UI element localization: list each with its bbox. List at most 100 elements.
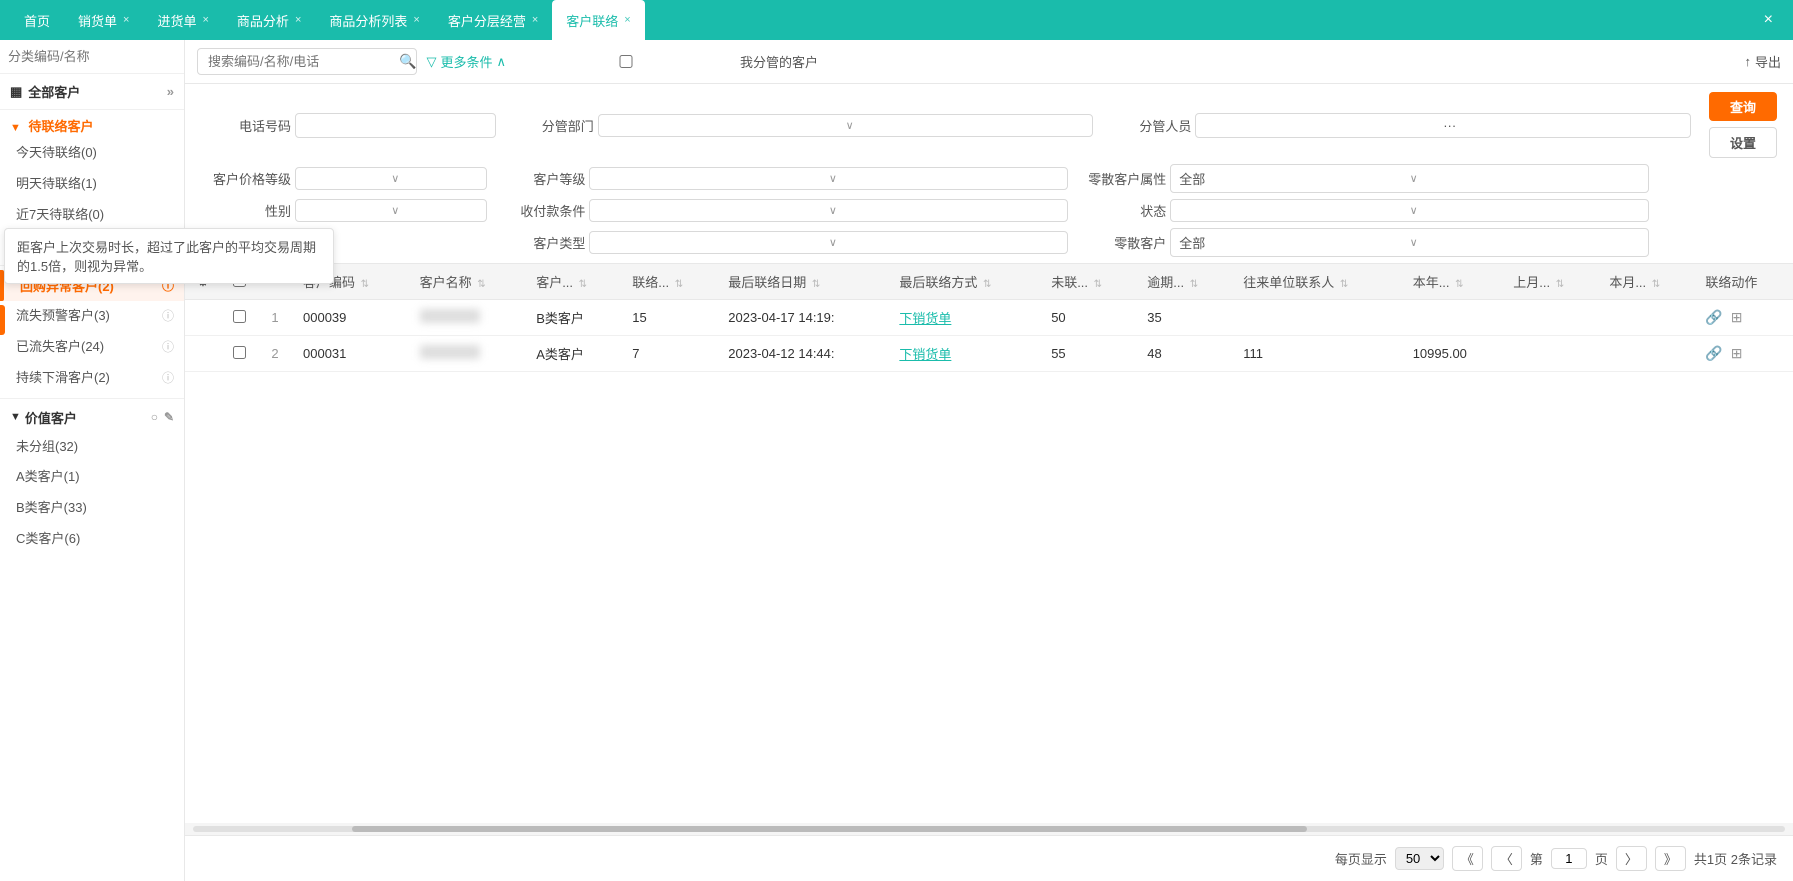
row1-last-month	[1503, 300, 1599, 336]
export-button[interactable]: ↑ 导出	[1744, 52, 1781, 71]
col-name[interactable]: 客户名称 ⇅	[410, 264, 527, 300]
row1-unit-contact	[1233, 300, 1402, 336]
tab-customer-contact[interactable]: 客户联络 ×	[552, 0, 644, 40]
row2-last-method[interactable]: 下销货单	[889, 336, 1041, 372]
link-icon[interactable]: 🔗	[1705, 345, 1722, 362]
tab-customer-tier[interactable]: 客户分层经营 ×	[434, 0, 552, 40]
col-this-month[interactable]: 本月... ⇅	[1599, 264, 1695, 300]
payment-select[interactable]: ∨	[589, 199, 1068, 222]
row2-overdue: 48	[1137, 336, 1233, 372]
row1-this-month	[1599, 300, 1695, 336]
sort-icon: ⇅	[1340, 279, 1348, 290]
chevron-down-icon: ∨	[829, 236, 1059, 249]
person-input[interactable]: ···	[1195, 113, 1691, 138]
last-page-button[interactable]: 》	[1655, 846, 1686, 871]
table-row: 2 000031 A类客户 7 2023-04-12 14:44: 下销货单 5…	[185, 336, 1793, 372]
retail-customer-select[interactable]: 全部 ∨	[1170, 228, 1649, 257]
tab-product-analysis-list[interactable]: 商品分析列表 ×	[315, 0, 433, 40]
col-last-method[interactable]: 最后联络方式 ⇅	[889, 264, 1041, 300]
col-last-month[interactable]: 上月... ⇅	[1503, 264, 1599, 300]
price-level-select[interactable]: ∨	[295, 167, 487, 190]
add-icon[interactable]: ○	[151, 410, 158, 424]
row2-checkbox[interactable]	[233, 346, 246, 359]
more-conditions-button[interactable]: ▽ 更多条件 ∧	[426, 52, 506, 71]
link-icon[interactable]: 🔗	[1705, 309, 1722, 326]
phone-input[interactable]	[295, 113, 496, 138]
per-page-select[interactable]: 50	[1395, 847, 1444, 870]
row2-level: A类客户	[526, 336, 622, 372]
page-input[interactable]	[1551, 848, 1587, 869]
sidebar-item-loss-warning[interactable]: 流失预警客户(3) ⓘ	[0, 301, 184, 332]
next-page-button[interactable]: 〉	[1616, 846, 1647, 871]
sidebar-item-today[interactable]: 今天待联络(0)	[0, 138, 184, 169]
payment-filter: 收付款条件 ∨	[495, 199, 1068, 222]
dept-label: 分管部门	[504, 116, 594, 135]
retail-attr-label: 零散客户属性	[1076, 169, 1166, 188]
row1-last-method[interactable]: 下销货单	[889, 300, 1041, 336]
horizontal-scrollbar[interactable]	[185, 823, 1793, 835]
settings-button[interactable]: 设置	[1709, 127, 1777, 158]
sidebar-item-ungroup[interactable]: 未分组(32)	[0, 432, 184, 463]
collapse-icon[interactable]: »	[167, 84, 174, 99]
search-input[interactable]	[197, 48, 417, 75]
customer-level-select[interactable]: ∨	[589, 167, 1068, 190]
grid-icon[interactable]: ⊞	[1731, 309, 1743, 326]
total-label: 共1页 2条记录	[1694, 849, 1777, 868]
sidebar-item-lost[interactable]: 已流失客户(24) ⓘ	[0, 332, 184, 363]
tab-sales-order[interactable]: 销货单 ×	[64, 0, 143, 40]
sidebar-item-class-b[interactable]: B类客户(33)	[0, 493, 184, 524]
close-icon[interactable]: ×	[295, 14, 301, 26]
close-icon[interactable]: ×	[202, 14, 208, 26]
dots-icon[interactable]: ···	[1443, 118, 1678, 133]
query-button[interactable]: 查询	[1709, 92, 1777, 121]
sidebar-item-class-c[interactable]: C类客户(6)	[0, 524, 184, 555]
person-label: 分管人员	[1101, 116, 1191, 135]
prev-page-button[interactable]: 〈	[1491, 846, 1522, 871]
chevron-down-icon: ∨	[846, 119, 1085, 132]
action-buttons: 查询 设置	[1709, 92, 1777, 158]
sidebar-item-7days[interactable]: 近7天待联络(0)	[0, 200, 184, 231]
sidebar-search-input[interactable]	[8, 49, 184, 64]
dept-select[interactable]: ∨	[598, 114, 1094, 137]
sidebar-item-tomorrow[interactable]: 明天待联络(1)	[0, 169, 184, 200]
col-unit-contact[interactable]: 往来单位联系人 ⇅	[1233, 264, 1402, 300]
status-select[interactable]: ∨	[1170, 199, 1649, 222]
sidebar-item-declining[interactable]: 持续下滑客户(2) ⓘ	[0, 363, 184, 394]
window-close-button[interactable]: ×	[1754, 11, 1783, 29]
tab-purchase-order[interactable]: 进货单 ×	[143, 0, 222, 40]
row1-no-purchase: 50	[1041, 300, 1137, 336]
col-this-year[interactable]: 本年... ⇅	[1403, 264, 1504, 300]
chevron-up-icon: ∧	[496, 54, 506, 70]
col-no-purchase[interactable]: 未联... ⇅	[1041, 264, 1137, 300]
col-last-date[interactable]: 最后联络日期 ⇅	[718, 264, 889, 300]
edit-icon[interactable]: ✎	[164, 410, 174, 424]
my-customers-checkbox[interactable]	[516, 55, 736, 68]
row1-num: 1	[257, 300, 293, 336]
col-contact[interactable]: 联络... ⇅	[622, 264, 718, 300]
tab-product-analysis[interactable]: 商品分析 ×	[223, 0, 315, 40]
status-label: 状态	[1076, 201, 1166, 220]
row2-no-purchase: 55	[1041, 336, 1137, 372]
close-icon[interactable]: ×	[413, 14, 419, 26]
col-level[interactable]: 客户... ⇅	[526, 264, 622, 300]
row2-settings	[185, 336, 221, 372]
grid-icon[interactable]: ⊞	[1731, 345, 1743, 362]
first-page-button[interactable]: 《	[1452, 846, 1483, 871]
close-icon[interactable]: ×	[123, 14, 129, 26]
retail-attr-select[interactable]: 全部 ∨	[1170, 164, 1649, 193]
close-icon[interactable]: ×	[624, 14, 630, 26]
row2-this-year: 10995.00	[1403, 336, 1504, 372]
customer-level-label: 客户等级	[495, 169, 585, 188]
customer-type-select[interactable]: ∨	[589, 231, 1068, 254]
info-icon: ⓘ	[162, 369, 174, 388]
sort-icon: ⇅	[1652, 279, 1660, 290]
col-overdue[interactable]: 逾期... ⇅	[1137, 264, 1233, 300]
tab-home[interactable]: 首页	[10, 0, 64, 40]
close-icon[interactable]: ×	[532, 14, 538, 26]
row1-checkbox[interactable]	[233, 310, 246, 323]
search-icon[interactable]: 🔍	[399, 53, 416, 70]
gender-select[interactable]: ∨	[295, 199, 487, 222]
my-customers-checkbox-label[interactable]: 我分管的客户	[516, 52, 818, 71]
sidebar-item-class-a[interactable]: A类客户(1)	[0, 462, 184, 493]
phone-label: 电话号码	[201, 116, 291, 135]
